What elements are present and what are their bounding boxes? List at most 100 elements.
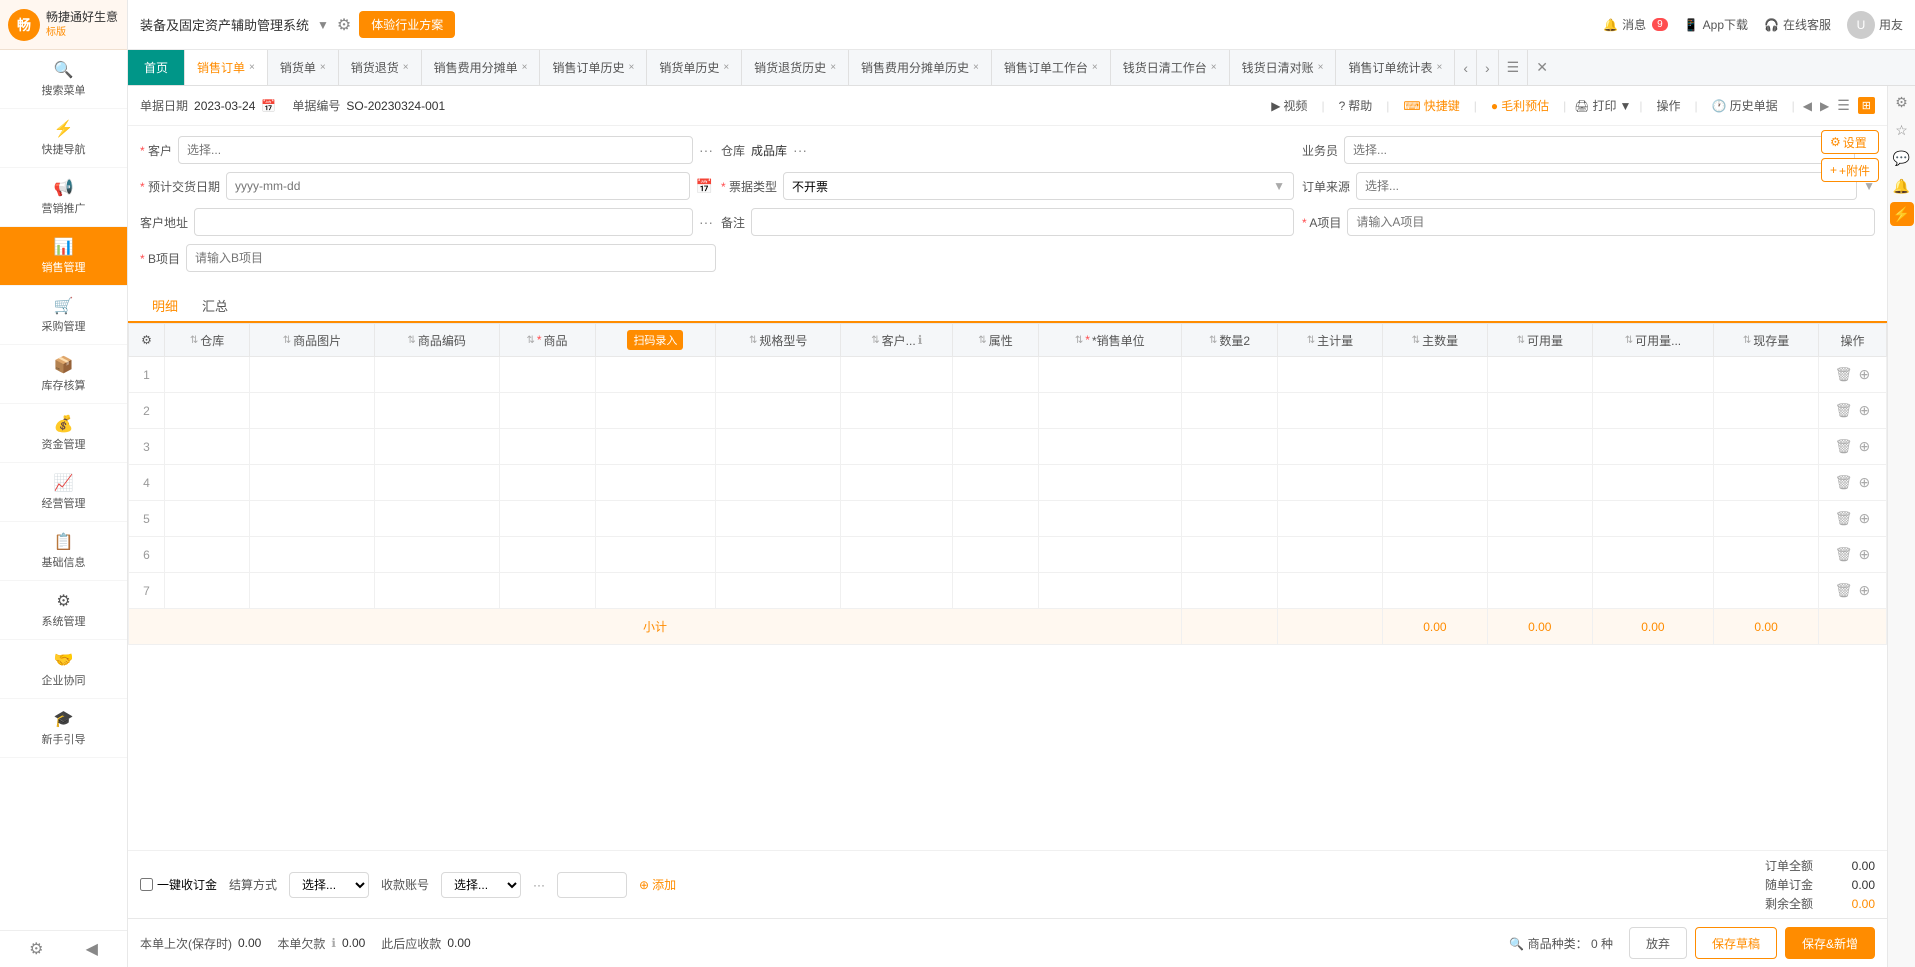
customer-address-input[interactable] (194, 208, 693, 236)
table-wrapper[interactable]: ⚙ ⇅ 仓库 ⇅ 商品图片 (128, 323, 1887, 850)
tab-nav-prev[interactable]: ‹ (1455, 50, 1477, 86)
tab-sales-order-stats[interactable]: 销售订单统计表 × (1336, 50, 1455, 86)
print-btn[interactable]: 🖨 打印 ▼ (1574, 97, 1631, 114)
save-draft-button[interactable]: 保存草稿 (1695, 927, 1777, 959)
row-copy-icon[interactable]: ⊕ (1859, 366, 1871, 383)
sidebar-item-sales[interactable]: 📊 销售管理 (0, 227, 127, 286)
th-qty2[interactable]: ⇅ 数量2 (1181, 324, 1277, 357)
sidebar-item-quick-nav[interactable]: ⚡ 快捷导航 (0, 109, 127, 168)
nav-next-icon[interactable]: ▶ (1820, 99, 1829, 113)
row-delete-icon[interactable]: 🗑 (1835, 510, 1853, 527)
expand-icon[interactable]: ⊞ (1858, 97, 1875, 114)
tab-close-sales-return-history[interactable]: × (723, 62, 729, 73)
tab-sales-expense-split[interactable]: 销售费用分摊单 × (422, 50, 541, 86)
tab-nav-next[interactable]: › (1477, 50, 1499, 86)
sidebar-item-basic-info[interactable]: 📋 基础信息 (0, 522, 127, 581)
sidebar-item-inventory[interactable]: 📦 库存核算 (0, 345, 127, 404)
operate-btn[interactable]: 操作 (1651, 94, 1687, 117)
tab-close-sales-expense-split[interactable]: × (522, 62, 528, 73)
user-area[interactable]: U 用友 (1847, 11, 1903, 39)
th-customer-code[interactable]: ⇅ 客户... ℹ (841, 324, 953, 357)
amount-input[interactable]: 0.00 (557, 872, 627, 898)
one-click-checkout-input[interactable] (140, 878, 153, 891)
date-calendar-icon[interactable]: 📅 (261, 99, 276, 113)
tab-close-sales-order-workbench[interactable]: × (1092, 62, 1098, 73)
th-product[interactable]: ⇅ *商品 (499, 324, 595, 357)
one-click-checkout-checkbox[interactable]: 一键收订金 (140, 876, 217, 893)
row-copy-icon[interactable]: ⊕ (1859, 582, 1871, 599)
th-scan[interactable]: 扫码录入 (595, 324, 716, 357)
collapse-sidebar-icon[interactable]: ◀ (86, 939, 98, 959)
tab-sales-order[interactable]: 销售订单 × (185, 50, 268, 86)
tab-detail[interactable]: 明细 (140, 290, 190, 323)
row-copy-icon[interactable]: ⊕ (1859, 510, 1871, 527)
checkout-method-select[interactable]: 选择... (289, 872, 369, 898)
salesperson-input[interactable] (1344, 136, 1855, 164)
settings-bottom-icon[interactable]: ⚙ (29, 939, 43, 959)
tab-close-sales-order-history[interactable]: × (628, 62, 634, 73)
attachment-btn[interactable]: + +附件 (1821, 158, 1879, 182)
sidebar-item-purchase[interactable]: 🛒 采购管理 (0, 286, 127, 345)
tab-sales-order-history[interactable]: 销售订单历史 × (540, 50, 647, 86)
warehouse-dots-icon[interactable]: ··· (793, 142, 807, 158)
row-copy-icon[interactable]: ⊕ (1859, 438, 1871, 455)
row-delete-icon[interactable]: 🗑 (1835, 402, 1853, 419)
tab-close-sales-refund[interactable]: × (403, 62, 409, 73)
tab-sales-refund[interactable]: 销货退货 × (339, 50, 422, 86)
receipt-account-select[interactable]: 选择... (441, 872, 521, 898)
view-video-btn[interactable]: ▶ 视频 (1265, 94, 1313, 117)
row-copy-icon[interactable]: ⊕ (1859, 546, 1871, 563)
sidebar-item-operations[interactable]: 📈 经营管理 (0, 463, 127, 522)
right-sidebar-icon-1[interactable]: ⚙ (1890, 90, 1914, 114)
topbar-settings-icon[interactable]: ⚙ (337, 15, 351, 35)
th-spec[interactable]: ⇅ 规格型号 (716, 324, 841, 357)
th-available[interactable]: ⇅ 可用量 (1487, 324, 1592, 357)
nav-prev-icon[interactable]: ◀ (1803, 99, 1812, 113)
app-download-btn[interactable]: 📱 App下载 (1684, 16, 1748, 33)
order-source-input[interactable] (1356, 172, 1857, 200)
th-code[interactable]: ⇅ 商品编码 (374, 324, 499, 357)
profit-forecast-btn[interactable]: ● 毛利预估 (1485, 94, 1555, 117)
tab-close-cash-daily-workbench[interactable]: × (1211, 62, 1217, 73)
customer-dots-icon[interactable]: ··· (699, 142, 713, 158)
b-project-input[interactable] (186, 244, 716, 272)
row-delete-icon[interactable]: 🗑 (1835, 366, 1853, 383)
th-settings[interactable]: ⚙ (129, 324, 165, 357)
row-copy-icon[interactable]: ⊕ (1859, 474, 1871, 491)
discard-button[interactable]: 放弃 (1629, 927, 1687, 959)
delivery-calendar-icon[interactable]: 📅 (696, 178, 713, 195)
tab-close-sales-return[interactable]: × (320, 62, 326, 73)
tab-close-cash-daily-reconcile[interactable]: × (1318, 62, 1324, 73)
tab-cash-daily-reconcile[interactable]: 钱货日清对账 × (1230, 50, 1337, 86)
print-dropdown-icon[interactable]: ▼ (1620, 99, 1632, 113)
tab-sales-order-workbench[interactable]: 销售订单工作台 × (992, 50, 1111, 86)
tab-close-all[interactable]: ✕ (1528, 50, 1556, 86)
sidebar-item-search[interactable]: 🔍 搜索菜单 (0, 50, 127, 109)
sidebar-item-beginner[interactable]: 🎓 新手引导 (0, 699, 127, 758)
th-image[interactable]: ⇅ 商品图片 (250, 324, 375, 357)
sidebar-item-marketing[interactable]: 📢 营销推广 (0, 168, 127, 227)
sidebar-item-system[interactable]: ⚙ 系统管理 (0, 581, 127, 640)
dots-icon[interactable]: ··· (533, 878, 545, 892)
settings-btn[interactable]: ⚙ 设置 (1821, 130, 1879, 154)
shortcut-btn[interactable]: ⌨ 快捷键 (1397, 94, 1465, 117)
th-stock[interactable]: ⇅ 现存量 (1714, 324, 1819, 357)
th-sales-unit[interactable]: ⇅ **销售单位 (1038, 324, 1181, 357)
a-project-input[interactable] (1347, 208, 1875, 236)
save-new-button[interactable]: 保存&新增 (1785, 927, 1875, 959)
online-service-btn[interactable]: 🎧 在线客服 (1764, 16, 1831, 33)
th-available2[interactable]: ⇅ 可用量... (1592, 324, 1713, 357)
tab-cash-daily-workbench[interactable]: 钱货日清工作台 × (1111, 50, 1230, 86)
scan-btn[interactable]: 扫码录入 (627, 330, 683, 350)
tab-nav-menu[interactable]: ☰ (1499, 50, 1529, 86)
tab-close-sales-expense-history[interactable]: × (973, 62, 979, 73)
th-main-qty[interactable]: ⇅ 主数量 (1382, 324, 1487, 357)
sidebar-item-enterprise[interactable]: 🤝 企业协同 (0, 640, 127, 699)
th-attribute[interactable]: ⇅ 属性 (953, 324, 1038, 357)
sidebar-item-finance[interactable]: 💰 资金管理 (0, 404, 127, 463)
tab-sales-return-history[interactable]: 销货单历史 × (647, 50, 742, 86)
notification-btn[interactable]: 🔔 消息 9 (1603, 16, 1668, 33)
row-copy-icon[interactable]: ⊕ (1859, 402, 1871, 419)
tab-close-sales-order[interactable]: × (249, 62, 255, 73)
history-btn[interactable]: 🕐 历史单据 (1706, 94, 1784, 117)
